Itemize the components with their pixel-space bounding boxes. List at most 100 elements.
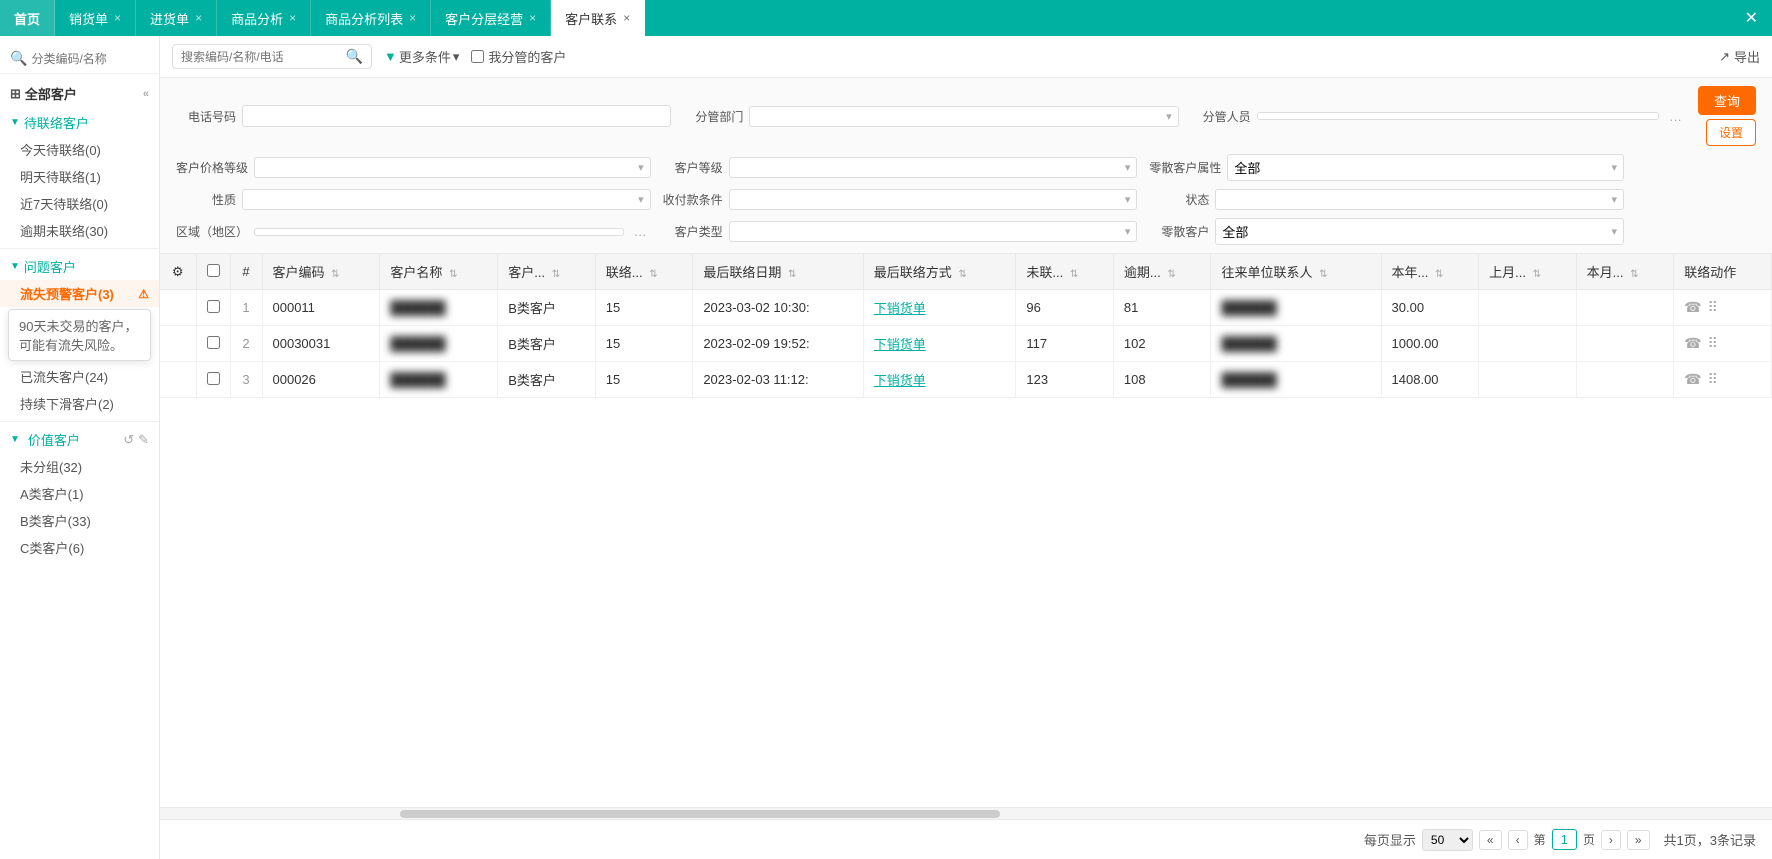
sort-icon-unit-contact[interactable]: ⇅ <box>1319 269 1327 280</box>
export-button[interactable]: ↗ 导出 <box>1719 47 1760 66</box>
sidebar-item-class-c[interactable]: C类客户(6) <box>0 534 159 561</box>
close-customer-contact-tab[interactable]: × <box>623 11 630 25</box>
filter-select-dept[interactable]: ▾ <box>749 106 1178 127</box>
settings-button[interactable]: 设置 <box>1706 119 1756 146</box>
filter-select-status[interactable]: ▾ <box>1215 189 1624 210</box>
col-contact[interactable]: 联络... ⇅ <box>595 254 693 290</box>
my-customers-checkbox[interactable] <box>471 50 484 63</box>
sidebar-item-tomorrow-pending[interactable]: 明天待联络(1) <box>0 163 159 190</box>
sort-icon-this-month[interactable]: ⇅ <box>1630 269 1638 280</box>
close-sales-tab[interactable]: × <box>114 11 121 25</box>
search-input[interactable] <box>181 50 346 64</box>
horizontal-scrollbar[interactable] <box>160 807 1772 819</box>
action-more-icon-1[interactable]: ⠿ <box>1708 335 1718 352</box>
action-more-icon-2[interactable]: ⠿ <box>1708 371 1718 388</box>
col-cust-type[interactable]: 客户... ⇅ <box>498 254 596 290</box>
sidebar-group-pending[interactable]: ▼ 待联络客户 <box>0 109 159 136</box>
refresh-icon-value[interactable]: ↺ <box>123 432 134 448</box>
sidebar-item-class-a[interactable]: A类客户(1) <box>0 480 159 507</box>
edit-icon-value[interactable]: ✎ <box>138 432 149 448</box>
sidebar-search-input[interactable] <box>31 52 149 66</box>
filter-select-payment[interactable]: ▾ <box>729 189 1138 210</box>
sidebar-item-ungrouped[interactable]: 未分组(32) <box>0 453 159 480</box>
sort-icon-contact[interactable]: ⇅ <box>649 269 657 280</box>
tab-sales[interactable]: 销货单 × <box>55 0 136 36</box>
cell-last-way-0[interactable]: 下销货单 <box>863 290 1016 326</box>
tab-home[interactable]: 首页 <box>0 0 55 36</box>
cell-last-way-1[interactable]: 下销货单 <box>863 326 1016 362</box>
sidebar-group-problem[interactable]: ▼ 问题客户 <box>0 253 159 280</box>
close-purchase-tab[interactable]: × <box>195 11 202 25</box>
filter-select-cust-type[interactable]: ▾ <box>729 221 1138 242</box>
cell-checkbox-0[interactable] <box>196 290 230 326</box>
sidebar-item-overdue-pending[interactable]: 逾期未联络(30) <box>0 217 159 244</box>
action-contact-icon-1[interactable]: ☎ <box>1684 335 1701 352</box>
col-settings[interactable]: ⚙ <box>160 254 196 290</box>
sidebar-group-value[interactable]: ▼ 价值客户 ↺ ✎ <box>0 426 159 453</box>
sidebar-item-class-b[interactable]: B类客户(33) <box>0 507 159 534</box>
cell-action-2[interactable]: ☎ ⠿ <box>1674 362 1772 398</box>
tab-customer-contact[interactable]: 客户联系 × <box>551 0 645 36</box>
col-this-month[interactable]: 本月... ⇅ <box>1576 254 1674 290</box>
window-close-button[interactable]: ✕ <box>1731 0 1772 36</box>
next-page-button[interactable]: › <box>1601 830 1621 850</box>
scroll-thumb[interactable] <box>400 810 1000 818</box>
last-page-button[interactable]: » <box>1627 830 1650 850</box>
col-checkbox[interactable] <box>196 254 230 290</box>
close-goods-analysis-list-tab[interactable]: × <box>409 11 416 25</box>
tab-customer-layer[interactable]: 客户分层经营 × <box>431 0 551 36</box>
close-goods-analysis-tab[interactable]: × <box>289 11 296 25</box>
tab-purchase[interactable]: 进货单 × <box>136 0 217 36</box>
query-button[interactable]: 查询 <box>1698 86 1756 115</box>
action-contact-icon-2[interactable]: ☎ <box>1684 371 1701 388</box>
first-page-button[interactable]: « <box>1479 830 1502 850</box>
action-more-icon-0[interactable]: ⠿ <box>1708 299 1718 316</box>
filter-select-cust-level[interactable]: ▾ <box>729 157 1138 178</box>
sidebar-item-today-pending[interactable]: 今天待联络(0) <box>0 136 159 163</box>
filter-select-price-level[interactable]: ▾ <box>254 157 651 178</box>
collapse-icon[interactable]: « <box>143 88 149 100</box>
filter-select-zero-attr[interactable]: 全部 ▾ <box>1227 154 1624 181</box>
filter-select-zero-retail[interactable]: 全部 ▾ <box>1215 218 1624 245</box>
sidebar-item-7days-pending[interactable]: 近7天待联络(0) <box>0 190 159 217</box>
sort-icon-last-month[interactable]: ⇅ <box>1533 269 1541 280</box>
sidebar-item-churn-warning[interactable]: 流失预警客户(3) ⚠ <box>0 280 159 307</box>
cell-checkbox-1[interactable] <box>196 326 230 362</box>
cell-checkbox-2[interactable] <box>196 362 230 398</box>
sort-icon-this-year[interactable]: ⇅ <box>1435 269 1443 280</box>
sort-icon-uncontacted[interactable]: ⇅ <box>1070 269 1078 280</box>
cell-action-0[interactable]: ☎ ⠿ <box>1674 290 1772 326</box>
col-unit-contact[interactable]: 往来单位联系人 ⇅ <box>1211 254 1381 290</box>
filter-dots-person[interactable]: … <box>1665 109 1686 124</box>
col-name[interactable]: 客户名称 ⇅ <box>380 254 498 290</box>
prev-page-button[interactable]: ‹ <box>1508 830 1528 850</box>
sidebar-all-customers[interactable]: ⊞ 全部客户 « <box>0 78 159 109</box>
col-last-way[interactable]: 最后联络方式 ⇅ <box>863 254 1016 290</box>
sort-icon-name[interactable]: ⇅ <box>449 269 457 280</box>
col-uncontacted[interactable]: 未联... ⇅ <box>1016 254 1114 290</box>
col-overdue[interactable]: 逾期... ⇅ <box>1113 254 1211 290</box>
action-contact-icon-0[interactable]: ☎ <box>1684 299 1701 316</box>
filter-select-region[interactable] <box>254 228 624 236</box>
search-button[interactable]: 🔍 <box>346 48 363 65</box>
sidebar-item-declining[interactable]: 持续下滑客户(2) <box>0 390 159 417</box>
col-last-month[interactable]: 上月... ⇅ <box>1479 254 1577 290</box>
settings-icon[interactable]: ⚙ <box>172 264 184 279</box>
tab-goods-analysis[interactable]: 商品分析 × <box>217 0 311 36</box>
sort-icon-code[interactable]: ⇅ <box>331 269 339 280</box>
sidebar-item-churned[interactable]: 已流失客户(24) <box>0 363 159 390</box>
cell-action-1[interactable]: ☎ ⠿ <box>1674 326 1772 362</box>
col-this-year[interactable]: 本年... ⇅ <box>1381 254 1479 290</box>
select-all-checkbox[interactable] <box>207 264 220 277</box>
col-last-date[interactable]: 最后联络日期 ⇅ <box>693 254 863 290</box>
sort-icon-overdue[interactable]: ⇅ <box>1167 269 1175 280</box>
filter-dots-region[interactable]: … <box>630 224 651 239</box>
more-filter-button[interactable]: ▼ 更多条件 ▾ <box>384 47 459 66</box>
per-page-select[interactable]: 50 100 200 <box>1422 829 1473 851</box>
sort-icon-last-date[interactable]: ⇅ <box>788 269 796 280</box>
filter-select-person[interactable] <box>1257 112 1659 120</box>
col-code[interactable]: 客户编码 ⇅ <box>262 254 380 290</box>
cell-last-way-2[interactable]: 下销货单 <box>863 362 1016 398</box>
filter-select-nature[interactable]: ▾ <box>242 189 651 210</box>
tab-goods-analysis-list[interactable]: 商品分析列表 × <box>311 0 431 36</box>
